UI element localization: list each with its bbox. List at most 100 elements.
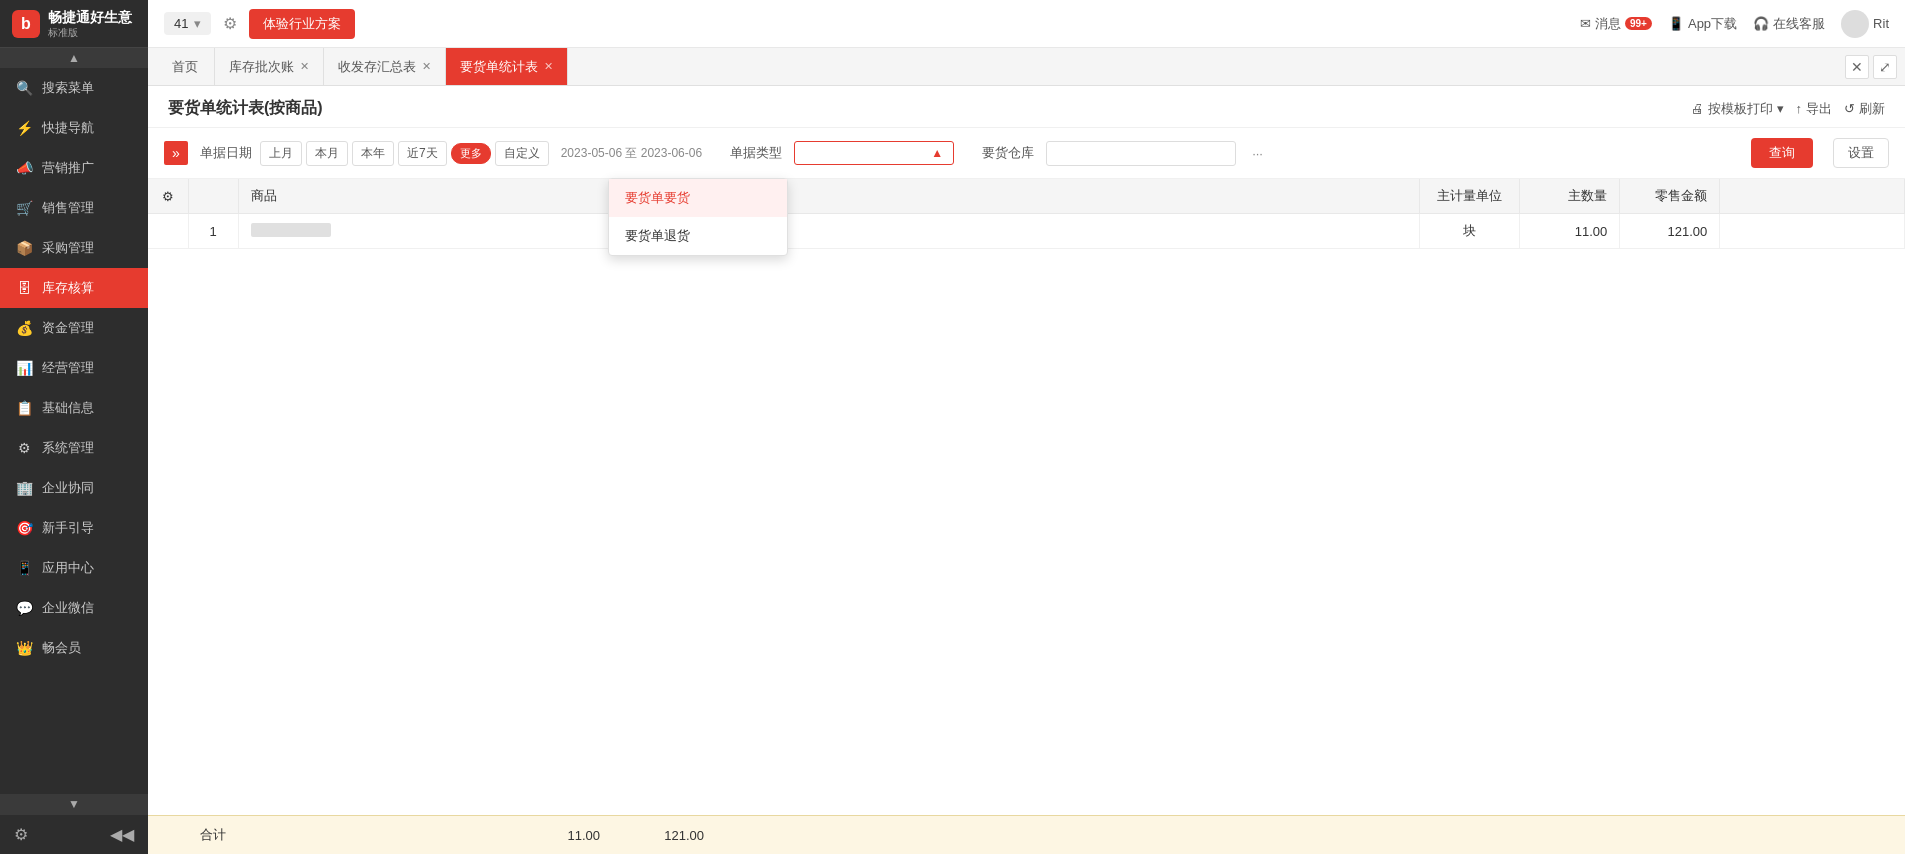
col-header-extra: [1720, 179, 1905, 214]
dropdown-item-1[interactable]: 要货单退货: [609, 217, 787, 255]
sidebar-item-system[interactable]: ⚙ 系统管理: [0, 428, 148, 468]
maximize-btn[interactable]: ⤢: [1873, 55, 1897, 79]
type-dropdown: 要货单要货 要货单退货: [608, 178, 788, 256]
sidebar-item-shortcut[interactable]: ⚡ 快捷导航: [0, 108, 148, 148]
sidebar-item-operations[interactable]: 📊 经营管理: [0, 348, 148, 388]
date-btn-more[interactable]: 更多: [451, 143, 491, 164]
col-header-settings[interactable]: ⚙: [148, 179, 188, 214]
search-icon: 🔍: [14, 78, 34, 98]
finance-icon: 💰: [14, 318, 34, 338]
date-btn-this-year[interactable]: 本年: [352, 141, 394, 166]
refresh-btn[interactable]: ↺ 刷新: [1844, 100, 1885, 118]
warehouse-input[interactable]: [1046, 141, 1236, 166]
sidebar-scroll-up[interactable]: ▲: [0, 48, 148, 68]
tab-order-stats-close[interactable]: ✕: [544, 60, 553, 73]
date-btn-this-month[interactable]: 本月: [306, 141, 348, 166]
query-button[interactable]: 查询: [1751, 138, 1813, 168]
tab-receipt-summary-label: 收发存汇总表: [338, 58, 416, 76]
message-icon: ✉: [1580, 16, 1591, 31]
table-row: 1 块 11.00 121.00: [148, 214, 1905, 249]
topbar-left: 41 ▾ ⚙ 体验行业方案: [164, 9, 1580, 39]
online-service-item[interactable]: 🎧 在线客服: [1753, 15, 1825, 33]
operations-label: 经营管理: [42, 359, 94, 377]
user-item[interactable]: Rit: [1841, 10, 1889, 38]
trial-button[interactable]: 体验行业方案: [249, 9, 355, 39]
inventory-icon: 🗄: [14, 278, 34, 298]
app-icon: 📱: [1668, 16, 1684, 31]
sidebar-item-finance[interactable]: 💰 资金管理: [0, 308, 148, 348]
service-icon: 🎧: [1753, 16, 1769, 31]
date-btn-last-month[interactable]: 上月: [260, 141, 302, 166]
sidebar-item-sales[interactable]: 🛒 销售管理: [0, 188, 148, 228]
print-btn[interactable]: 🖨 按模板打印 ▾: [1691, 100, 1784, 118]
tab-inventory-batch[interactable]: 库存批次账 ✕: [215, 48, 324, 85]
type-select[interactable]: ▲: [794, 141, 954, 165]
print-expand-icon: ▾: [1777, 101, 1784, 116]
sidebar-item-inventory[interactable]: 🗄 库存核算: [0, 268, 148, 308]
tab-receipt-summary-close[interactable]: ✕: [422, 60, 431, 73]
print-label: 按模板打印: [1708, 100, 1773, 118]
collapse-icon[interactable]: ◀◀: [110, 825, 134, 844]
marketing-label: 营销推广: [42, 159, 94, 177]
sidebar-item-purchase[interactable]: 📦 采购管理: [0, 228, 148, 268]
date-label: 单据日期: [200, 144, 252, 162]
tab-receipt-summary[interactable]: 收发存汇总表 ✕: [324, 48, 446, 85]
purchase-icon: 📦: [14, 238, 34, 258]
member-label: 畅会员: [42, 639, 81, 657]
row-settings: [148, 214, 188, 249]
sidebar-item-enterprise[interactable]: 🏢 企业协同: [0, 468, 148, 508]
sidebar-item-guide[interactable]: 🎯 新手引导: [0, 508, 148, 548]
table-wrapper: ⚙ 商品 主计量单位 主数量 零售金额 1: [148, 179, 1905, 815]
date-btn-custom[interactable]: 自定义: [495, 141, 549, 166]
close-tab-btn[interactable]: ✕: [1845, 55, 1869, 79]
row-product: [238, 214, 1420, 249]
sidebar-item-appstore[interactable]: 📱 应用中心: [0, 548, 148, 588]
messages-label: 消息: [1595, 15, 1621, 33]
search-label: 搜索菜单: [42, 79, 94, 97]
workspace-name: 41: [174, 16, 188, 31]
operations-icon: 📊: [14, 358, 34, 378]
sidebar-item-search[interactable]: 🔍 搜索菜单: [0, 68, 148, 108]
system-icon: ⚙: [14, 438, 34, 458]
export-btn[interactable]: ↑ 导出: [1796, 100, 1833, 118]
basic-label: 基础信息: [42, 399, 94, 417]
refresh-icon: ↺: [1844, 101, 1855, 116]
row-qty: 11.00: [1520, 214, 1620, 249]
sidebar-scroll-down[interactable]: ▼: [0, 794, 148, 814]
tabbar-actions: ✕ ⤢: [1845, 55, 1905, 79]
date-btn-7days[interactable]: 近7天: [398, 141, 447, 166]
warehouse-more-icon[interactable]: ···: [1252, 146, 1263, 161]
dropdown-item-0[interactable]: 要货单要货: [609, 179, 787, 217]
tab-inventory-batch-close[interactable]: ✕: [300, 60, 309, 73]
tab-inventory-batch-label: 库存批次账: [229, 58, 294, 76]
messages-badge: 99+: [1625, 17, 1652, 30]
sidebar: b 畅捷通好生意 标准版 ▲ 🔍 搜索菜单 ⚡ 快捷导航 📣 营销推广 🛒 销售…: [0, 0, 148, 854]
app-download-item[interactable]: 📱 App下载: [1668, 15, 1737, 33]
logo-main: 畅捷通好生意: [48, 8, 132, 26]
purchase-label: 采购管理: [42, 239, 94, 257]
col-header-qty: 主数量: [1520, 179, 1620, 214]
settings-button[interactable]: 设置: [1833, 138, 1889, 168]
settings-icon[interactable]: ⚙: [14, 825, 28, 844]
shortcut-icon: ⚡: [14, 118, 34, 138]
date-filter-group: 单据日期 上月 本月 本年 近7天 更多 自定义 2023-05-06 至 20…: [200, 141, 702, 166]
col-header-product: 商品: [238, 179, 1420, 214]
page-content: 要货单统计表(按商品) 🖨 按模板打印 ▾ ↑ 导出 ↺ 刷新 »: [148, 86, 1905, 854]
tab-order-stats[interactable]: 要货单统计表 ✕: [446, 48, 568, 85]
table-body: 1 块 11.00 121.00: [148, 214, 1905, 249]
topbar-settings-icon[interactable]: ⚙: [223, 14, 237, 33]
guide-label: 新手引导: [42, 519, 94, 537]
basic-icon: 📋: [14, 398, 34, 418]
sidebar-item-member[interactable]: 👑 畅会员: [0, 628, 148, 668]
sidebar-item-wechat[interactable]: 💬 企业微信: [0, 588, 148, 628]
export-icon: ↑: [1796, 101, 1803, 116]
tab-home[interactable]: 首页: [156, 48, 215, 85]
messages-item[interactable]: ✉ 消息 99+: [1580, 15, 1652, 33]
workspace-selector[interactable]: 41 ▾: [164, 12, 211, 35]
sidebar-item-marketing[interactable]: 📣 营销推广: [0, 148, 148, 188]
sidebar-item-basic[interactable]: 📋 基础信息: [0, 388, 148, 428]
col-header-amount: 零售金额: [1620, 179, 1720, 214]
filter-toggle-btn[interactable]: »: [164, 141, 188, 165]
system-label: 系统管理: [42, 439, 94, 457]
workspace-chevron-icon: ▾: [194, 16, 201, 31]
